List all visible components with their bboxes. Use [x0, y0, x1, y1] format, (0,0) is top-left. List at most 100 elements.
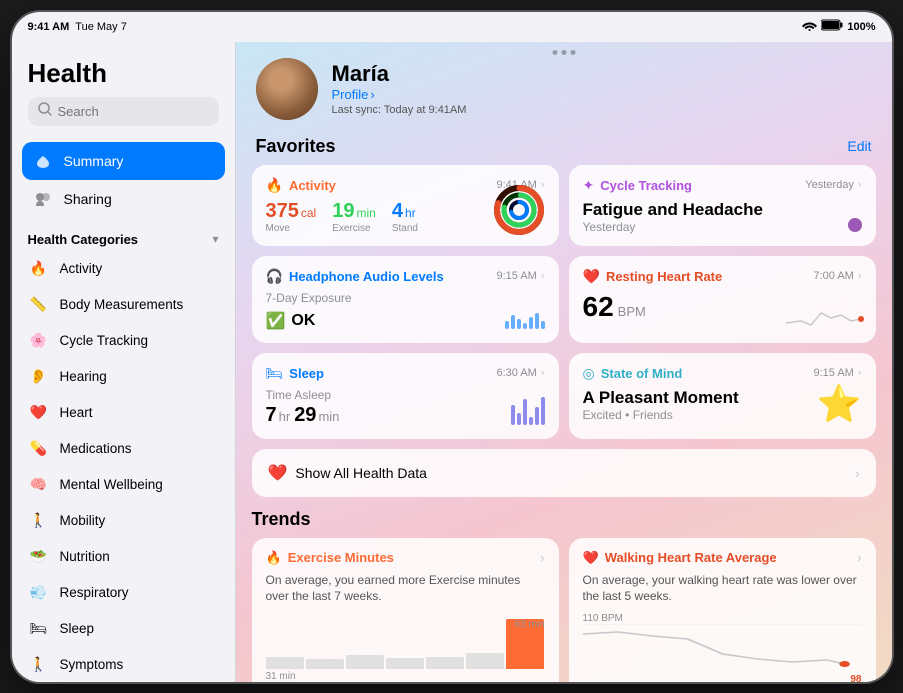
heart-rate-chevron-icon: › — [858, 270, 862, 282]
health-categories-header[interactable]: Health Categories ▾ — [12, 224, 235, 251]
cycle-chevron-icon: › — [858, 179, 862, 191]
sleep-time: 6:30 AM — [496, 367, 536, 379]
avatar — [256, 58, 318, 120]
sidebar-item-sharing[interactable]: Sharing — [22, 180, 225, 218]
cycle-tracking-card[interactable]: ✦ Cycle Tracking Yesterday › Fatigue and… — [569, 165, 876, 246]
category-label-sleep: Sleep — [60, 621, 95, 636]
activity-card[interactable]: 🔥 Activity 9:41 AM › 375 cal — [252, 165, 559, 246]
heart-rate-time: 7:00 AM — [813, 270, 853, 282]
battery-icon — [821, 19, 843, 34]
sidebar-item-respiratory[interactable]: 💨 Respiratory — [12, 575, 235, 611]
exposure-label: 7-Day Exposure — [266, 291, 545, 305]
exercise-unit: min — [356, 206, 375, 220]
sidebar-item-mobility[interactable]: 🚶 Mobility — [12, 503, 235, 539]
exercise-trend-desc: On average, you earned more Exercise min… — [266, 572, 545, 606]
summary-icon — [32, 150, 54, 172]
heart-rate-card[interactable]: ❤️ Resting Heart Rate 7:00 AM › 62 BPM — [569, 256, 876, 343]
category-label-activity: Activity — [60, 261, 103, 276]
app-container: Health Summary — [12, 42, 892, 682]
hr-trend-chevron-icon: › — [857, 550, 861, 565]
ok-check-icon: ✅ — [266, 311, 286, 331]
status-time: 9:41 AM — [28, 21, 70, 33]
search-bar[interactable] — [28, 97, 219, 126]
hr-trend-title: Walking Heart Rate Average — [605, 550, 777, 565]
hr-max-label: 110 BPM — [583, 613, 862, 624]
headphone-bars-visual — [505, 313, 545, 329]
sleep-hr-label: hr — [279, 409, 291, 424]
show-all-chevron-icon: › — [855, 465, 860, 481]
sidebar-item-medications[interactable]: 💊 Medications — [12, 431, 235, 467]
move-label: Move — [266, 223, 317, 234]
wifi-icon — [802, 20, 817, 34]
sleep-card-icon: 🛏 — [266, 365, 284, 382]
sidebar-item-label-summary: Summary — [64, 153, 124, 169]
sleep-min-label: min — [318, 409, 339, 424]
sidebar-item-activity[interactable]: 🔥 Activity — [12, 251, 235, 287]
sleep-sub-label: Time Asleep — [266, 388, 545, 402]
cycle-icon: 🌸 — [28, 330, 50, 352]
som-card-title: State of Mind — [601, 366, 683, 381]
status-bar: 9:41 AM Tue May 7 100% — [12, 12, 892, 42]
exercise-min-label: 31 min — [266, 671, 545, 681]
sidebar-item-hearing[interactable]: 👂 Hearing — [12, 359, 235, 395]
move-value: 375 — [266, 200, 299, 223]
sidebar-item-symptoms[interactable]: 🚶 Symptoms — [12, 647, 235, 682]
heart-icon: ❤️ — [28, 402, 50, 424]
profile-link-label: Profile — [332, 87, 369, 102]
heart-rate-unit: BPM — [618, 304, 646, 319]
stand-label: Stand — [392, 223, 418, 234]
som-emoji: ⭐ — [817, 383, 862, 425]
sidebar-item-body-measurements[interactable]: 📏 Body Measurements — [12, 287, 235, 323]
exercise-trend-title: Exercise Minutes — [288, 550, 394, 565]
hr-end-label: 98 — [583, 674, 862, 681]
category-label-mobility: Mobility — [60, 513, 106, 528]
som-chevron-icon: › — [858, 367, 862, 379]
trends-header: Trends — [252, 509, 876, 538]
sidebar-item-sleep[interactable]: 🛏 Sleep — [12, 611, 235, 647]
trend-bar-3 — [346, 655, 384, 669]
hr-line-svg — [583, 624, 862, 669]
sidebar-item-mental-wellbeing[interactable]: 🧠 Mental Wellbeing — [12, 467, 235, 503]
show-all-text: Show All Health Data — [295, 465, 846, 481]
cycle-time: Yesterday — [805, 179, 854, 191]
app-title: Health — [28, 58, 219, 89]
move-unit: cal — [301, 206, 316, 220]
profile-name: María — [332, 61, 872, 87]
som-time: 9:15 AM — [813, 367, 853, 379]
exercise-trend-card[interactable]: 🔥 Exercise Minutes › On average, you ear… — [252, 538, 559, 682]
category-label-symptoms: Symptoms — [60, 657, 124, 672]
body-icon: 📏 — [28, 294, 50, 316]
exercise-trend-chart: 63 min 31 min — [266, 619, 545, 679]
headphone-card[interactable]: 🎧 Headphone Audio Levels 9:15 AM › 7-Day… — [252, 256, 559, 343]
respiratory-icon: 💨 — [28, 582, 50, 604]
top-dots — [552, 50, 575, 55]
activity-card-title: Activity — [289, 178, 336, 193]
trend-bar-2 — [306, 659, 344, 669]
cycle-dot — [848, 218, 862, 232]
sidebar-item-summary[interactable]: Summary — [22, 142, 225, 180]
edit-button[interactable]: Edit — [847, 138, 871, 154]
favorites-title: Favorites — [256, 136, 336, 157]
sleep-card-title: Sleep — [289, 366, 324, 381]
profile-link[interactable]: Profile › — [332, 87, 872, 102]
show-all-health-data[interactable]: ❤️ Show All Health Data › — [252, 449, 876, 497]
activity-icon: 🔥 — [28, 258, 50, 280]
sidebar-item-cycle-tracking[interactable]: 🌸 Cycle Tracking — [12, 323, 235, 359]
headphone-icon: 🎧 — [266, 268, 283, 285]
health-categories-label: Health Categories — [28, 232, 139, 247]
headphone-chevron-icon: › — [541, 270, 545, 282]
sleep-card[interactable]: 🛏 Sleep 6:30 AM › Time Asleep 7 hr 29 — [252, 353, 559, 439]
sidebar-item-heart[interactable]: ❤️ Heart — [12, 395, 235, 431]
nutrition-icon: 🥗 — [28, 546, 50, 568]
sidebar-item-label-sharing: Sharing — [64, 191, 112, 207]
sleep-chevron-icon: › — [541, 367, 545, 379]
exercise-max-label: 63 min — [514, 619, 544, 630]
search-input[interactable] — [58, 104, 234, 119]
trend-bar-6 — [466, 653, 504, 669]
heart-rate-trend-card[interactable]: ❤️ Walking Heart Rate Average › On avera… — [569, 538, 876, 682]
ipad-frame: 9:41 AM Tue May 7 100% Health — [12, 12, 892, 682]
trend-bar-4 — [386, 658, 424, 669]
sidebar-item-nutrition[interactable]: 🥗 Nutrition — [12, 539, 235, 575]
main-content: María Profile › Last sync: Today at 9:41… — [236, 42, 892, 682]
state-of-mind-card[interactable]: ◎ State of Mind 9:15 AM › A Pleasant Mom… — [569, 353, 876, 439]
